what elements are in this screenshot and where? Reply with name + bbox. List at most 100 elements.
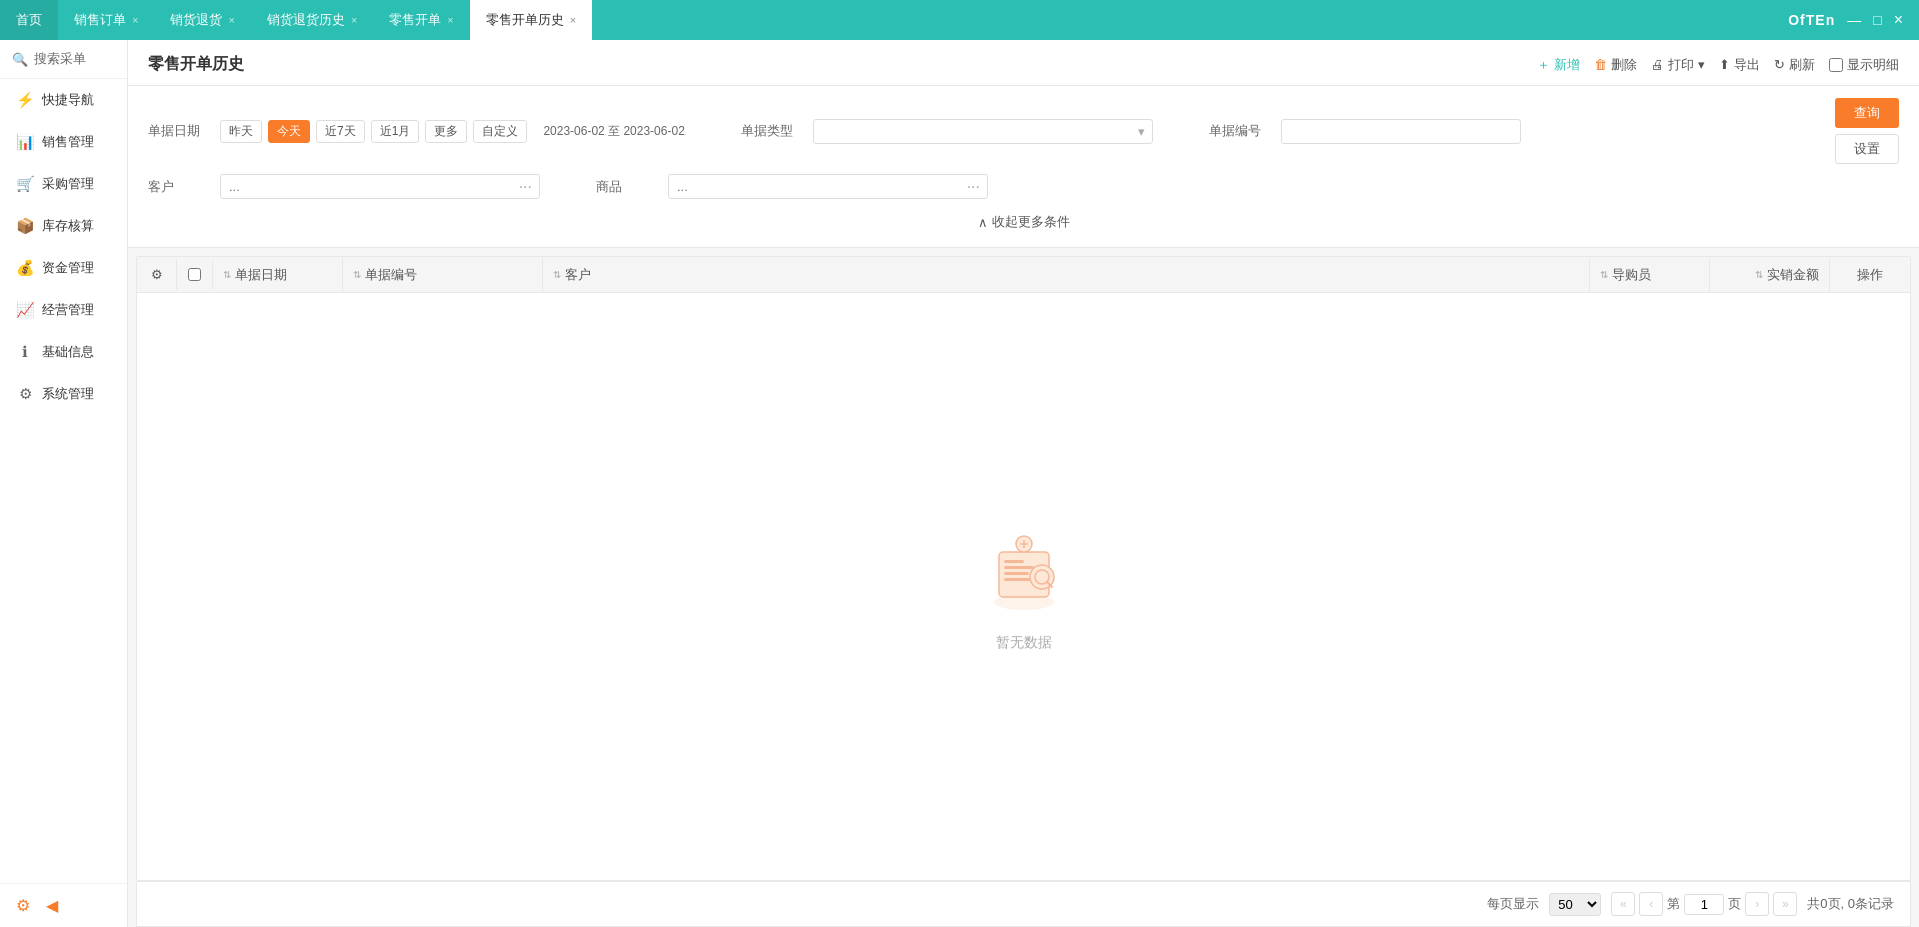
page-title: 零售开单历史 <box>148 54 244 75</box>
tab-return-history-label: 销货退货历史 <box>267 11 345 29</box>
collapse-button[interactable]: ∧ 收起更多条件 <box>148 209 1899 235</box>
sidebar-item-operations-label: 经营管理 <box>42 301 94 319</box>
goods-input[interactable] <box>668 174 988 199</box>
tab-retail-order-label: 零售开单 <box>389 11 441 29</box>
collapse-icon: ∧ <box>978 215 988 230</box>
date-btn-7days[interactable]: 近7天 <box>316 120 365 143</box>
th-checkbox[interactable] <box>177 260 213 289</box>
main-layout: 🔍 搜索采单 ⚡ 快捷导航 📊 销售管理 🛒 采购管理 📦 库存核算 💰 <box>0 40 1919 927</box>
th-guide[interactable]: ⇅ 导购员 <box>1590 258 1710 292</box>
tab-retail-history[interactable]: 零售开单历史 × <box>470 0 592 40</box>
date-btn-today[interactable]: 今天 <box>268 120 310 143</box>
th-settings[interactable]: ⚙ <box>137 259 177 290</box>
show-detail-toggle[interactable]: 显示明细 <box>1829 56 1899 74</box>
order-no-input[interactable] <box>1281 119 1521 144</box>
brand-logo: OfTEn <box>1788 12 1835 28</box>
tab-home[interactable]: 首页 <box>0 0 58 40</box>
tab-return[interactable]: 销货退货 × <box>154 0 250 40</box>
export-label: 导出 <box>1734 56 1760 74</box>
date-btn-yesterday[interactable]: 昨天 <box>220 120 262 143</box>
th-customer-label: 客户 <box>565 266 591 284</box>
date-btn-1month[interactable]: 近1月 <box>371 120 420 143</box>
customer-input-dots[interactable]: ··· <box>519 178 532 196</box>
sidebar-item-finance[interactable]: 💰 资金管理 <box>0 247 127 289</box>
sidebar-item-quick-nav-label: 快捷导航 <box>42 91 94 109</box>
tab-return-history[interactable]: 销货退货历史 × <box>251 0 373 40</box>
window-max-btn[interactable]: □ <box>1873 12 1881 28</box>
sidebar-item-quick-nav[interactable]: ⚡ 快捷导航 <box>0 79 127 121</box>
current-page-input[interactable] <box>1684 894 1724 915</box>
settings-icon[interactable]: ⚙ <box>16 896 30 915</box>
prev-page-btn[interactable]: ‹ <box>1639 892 1663 916</box>
filter-row-2: 客户 ··· 商品 ··· <box>148 174 1899 199</box>
sidebar-item-inventory[interactable]: 📦 库存核算 <box>0 205 127 247</box>
empty-text: 暂无数据 <box>996 634 1052 652</box>
last-page-btn[interactable]: » <box>1773 892 1797 916</box>
tab-retail-history-close[interactable]: × <box>570 14 576 26</box>
type-filter-label: 单据类型 <box>741 122 797 140</box>
show-detail-label: 显示明细 <box>1847 56 1899 74</box>
sales-icon: 📊 <box>16 133 34 151</box>
refresh-icon: ↻ <box>1774 57 1785 72</box>
sidebar-search[interactable]: 🔍 搜索采单 <box>0 40 127 79</box>
print-arrow-icon: ▾ <box>1698 57 1705 72</box>
customer-input[interactable] <box>220 174 540 199</box>
th-guide-label: 导购员 <box>1612 266 1651 284</box>
filter-row-1: 单据日期 昨天 今天 近7天 近1月 更多 自定义 2023-06-02 至 2… <box>148 98 1899 164</box>
tab-return-close[interactable]: × <box>228 14 234 26</box>
date-range-display: 2023-06-02 至 2023-06-02 <box>543 123 684 140</box>
sidebar-item-sales[interactable]: 📊 销售管理 <box>0 121 127 163</box>
per-page-label: 每页显示 <box>1487 895 1539 913</box>
print-button[interactable]: 🖨 打印 ▾ <box>1651 56 1705 74</box>
sort-guide-icon: ⇅ <box>1600 269 1608 280</box>
empty-illustration <box>974 522 1074 622</box>
refresh-button[interactable]: ↻ 刷新 <box>1774 56 1815 74</box>
show-detail-checkbox[interactable] <box>1829 58 1843 72</box>
query-button[interactable]: 查询 <box>1835 98 1899 128</box>
date-btn-more[interactable]: 更多 <box>425 120 467 143</box>
per-page-select[interactable]: 10 20 50 100 <box>1549 893 1601 916</box>
page-header: 零售开单历史 ＋ 新增 🗑 删除 🖨 打印 ▾ ⬆ 导出 <box>128 40 1919 86</box>
goods-input-dots[interactable]: ··· <box>967 178 980 196</box>
select-all-checkbox[interactable] <box>188 268 201 281</box>
collapse-sidebar-icon[interactable]: ◀ <box>46 896 58 915</box>
svg-rect-2 <box>1004 560 1024 563</box>
search-icon: 🔍 <box>12 52 28 67</box>
sidebar-item-system[interactable]: ⚙ 系统管理 <box>0 373 127 415</box>
sidebar-item-purchase[interactable]: 🛒 采购管理 <box>0 163 127 205</box>
page-nav: « ‹ 第 页 › » <box>1611 892 1797 916</box>
th-date[interactable]: ⇅ 单据日期 <box>213 258 343 292</box>
add-button[interactable]: ＋ 新增 <box>1537 56 1580 74</box>
window-close-btn[interactable]: × <box>1894 11 1903 29</box>
sidebar-item-basic-info[interactable]: ℹ 基础信息 <box>0 331 127 373</box>
sidebar-item-purchase-label: 采购管理 <box>42 175 94 193</box>
th-operation-label: 操作 <box>1857 266 1883 284</box>
tab-retail-order[interactable]: 零售开单 × <box>373 0 469 40</box>
date-btn-custom[interactable]: 自定义 <box>473 120 527 143</box>
th-order-no[interactable]: ⇅ 单据编号 <box>343 258 543 292</box>
filter-section: 单据日期 昨天 今天 近7天 近1月 更多 自定义 2023-06-02 至 2… <box>128 86 1919 248</box>
th-customer[interactable]: ⇅ 客户 <box>543 258 1590 292</box>
th-amount[interactable]: ⇅ 实销金额 <box>1710 258 1830 292</box>
delete-button[interactable]: 🗑 删除 <box>1594 56 1637 74</box>
sidebar: 🔍 搜索采单 ⚡ 快捷导航 📊 销售管理 🛒 采购管理 📦 库存核算 💰 <box>0 40 128 927</box>
delete-label: 删除 <box>1611 56 1637 74</box>
type-select-wrap: ▾ <box>813 119 1153 144</box>
export-button[interactable]: ⬆ 导出 <box>1719 56 1760 74</box>
tab-sales-order-close[interactable]: × <box>132 14 138 26</box>
refresh-label: 刷新 <box>1789 56 1815 74</box>
purchase-icon: 🛒 <box>16 175 34 193</box>
type-select[interactable] <box>813 119 1153 144</box>
first-page-btn[interactable]: « <box>1611 892 1635 916</box>
page-prefix: 第 <box>1667 895 1680 913</box>
setting-button[interactable]: 设置 <box>1835 134 1899 164</box>
tab-return-history-close[interactable]: × <box>351 14 357 26</box>
sort-date-icon: ⇅ <box>223 269 231 280</box>
tab-retail-order-close[interactable]: × <box>447 14 453 26</box>
system-icon: ⚙ <box>16 385 34 403</box>
window-min-btn[interactable]: — <box>1847 12 1861 28</box>
next-page-btn[interactable]: › <box>1745 892 1769 916</box>
sidebar-item-operations[interactable]: 📈 经营管理 <box>0 289 127 331</box>
tab-sales-order[interactable]: 销售订单 × <box>58 0 154 40</box>
tab-home-label: 首页 <box>16 11 42 29</box>
